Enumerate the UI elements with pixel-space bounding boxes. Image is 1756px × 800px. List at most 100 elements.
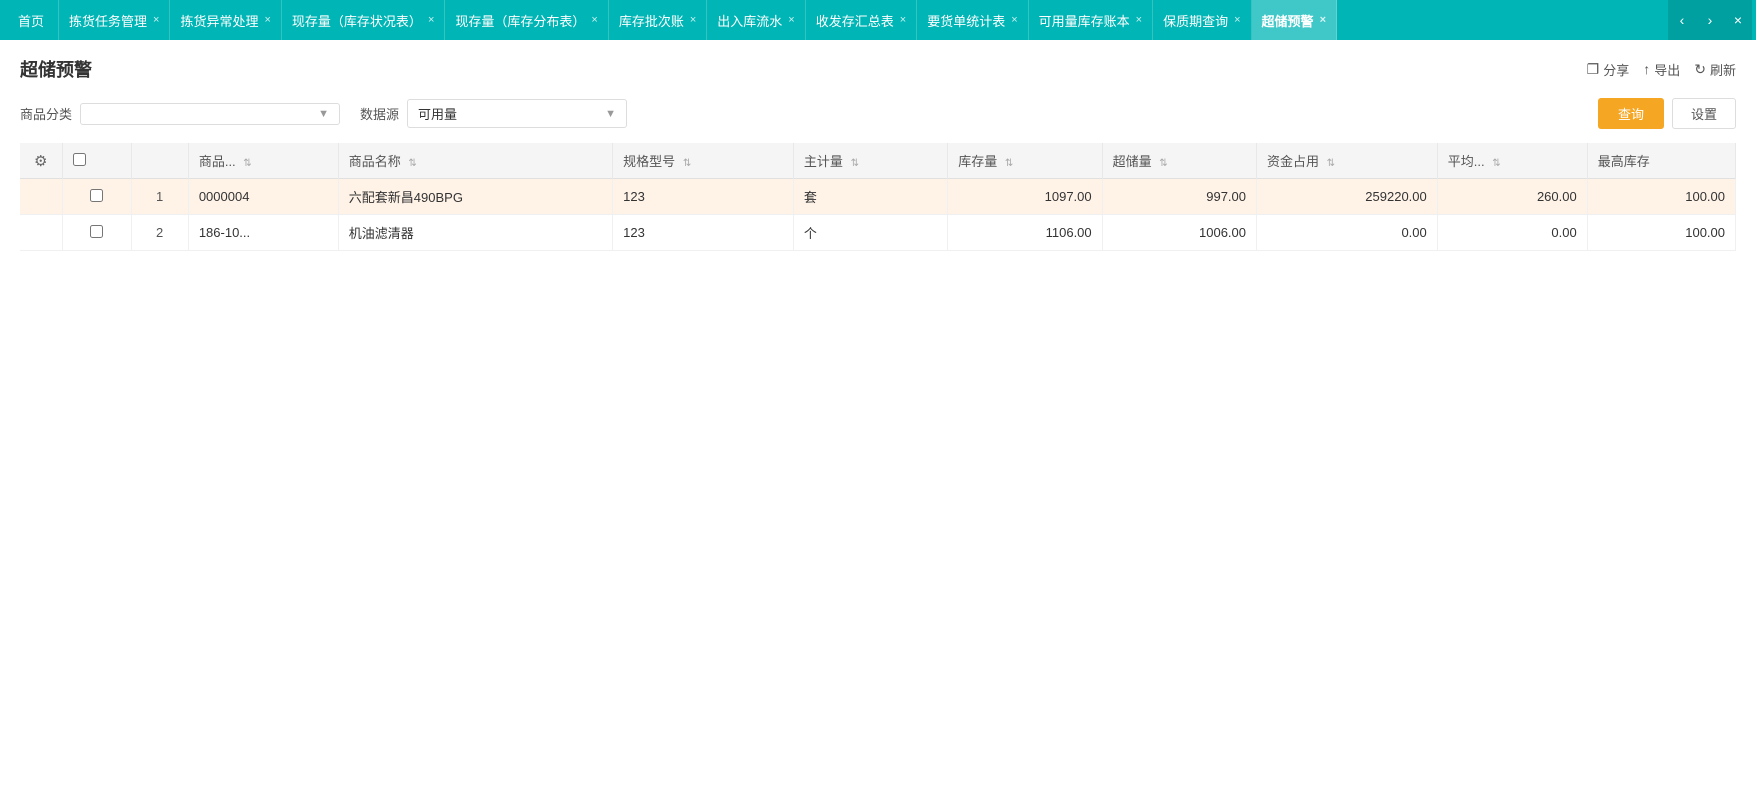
product-category-chevron-icon: ▼ [318,108,329,120]
data-source-value: 可用量 [418,104,457,123]
export-button[interactable]: ↑ 导出 [1643,60,1680,79]
nav-tab-6-label: 收发存汇总表 [816,11,894,30]
query-button[interactable]: 查询 [1598,98,1664,129]
nav-tab-9-close[interactable]: × [1234,14,1240,26]
nav-tab-6[interactable]: 收发存汇总表 × [806,0,917,40]
nav-tab-5-label: 出入库流水 [717,11,782,30]
row-max-stock: 100.00 [1587,179,1735,215]
nav-tab-3[interactable]: 现存量（库存分布表） × [445,0,608,40]
share-button[interactable]: ❐ 分享 [1587,60,1630,79]
product-code-sort-icon[interactable]: ⇅ [243,158,251,169]
nav-tab-8[interactable]: 可用量库存账本 × [1029,0,1153,40]
nav-home-label: 首页 [18,11,44,30]
row-spec: 123 [613,215,794,251]
avg-sort-icon[interactable]: ⇅ [1492,158,1500,169]
nav-tab-1[interactable]: 拣货异常处理 × [170,0,281,40]
row-product-code: 186-10... [188,215,338,251]
table-row: 1 0000004 六配套新昌490BPG 123 套 1097.00 997.… [20,179,1736,215]
gear-icon[interactable]: ⚙ [34,153,47,170]
row-product-name: 六配套新昌490BPG [338,179,612,215]
row-unit: 套 [793,179,947,215]
nav-tab-4-close[interactable]: × [690,14,696,26]
nav-tab-0[interactable]: 拣货任务管理 × [59,0,170,40]
refresh-button[interactable]: ↻ 刷新 [1694,60,1736,79]
row-num: 1 [131,179,188,215]
nav-tab-4-label: 库存批次账 [619,11,684,30]
product-name-sort-icon[interactable]: ⇅ [408,158,416,169]
nav-next-button[interactable]: › [1696,0,1724,40]
product-category-filter: 商品分类 ▼ [20,103,340,125]
nav-tab-0-close[interactable]: × [153,14,159,26]
table-row: 2 186-10... 机油滤清器 123 个 1106.00 1006.00 … [20,215,1736,251]
col-checkbox [62,143,131,179]
nav-tab-9[interactable]: 保质期查询 × [1153,0,1251,40]
capital-sort-icon[interactable]: ⇅ [1327,158,1335,169]
product-category-label: 商品分类 [20,104,72,123]
refresh-label: 刷新 [1710,60,1736,79]
product-category-select[interactable]: ▼ [80,103,340,125]
row-overstock: 997.00 [1102,179,1256,215]
nav-tab-10-label: 超储预警 [1262,11,1314,30]
col-capital: 资金占用 ⇅ [1257,143,1438,179]
row-overstock: 1006.00 [1102,215,1256,251]
nav-tab-0-label: 拣货任务管理 [69,11,147,30]
row-avg: 0.00 [1437,215,1587,251]
nav-tab-2-close[interactable]: × [428,14,434,26]
row-gear-cell [20,215,62,251]
nav-close-button[interactable]: × [1724,0,1752,40]
nav-tab-9-label: 保质期查询 [1163,11,1228,30]
row-num: 2 [131,215,188,251]
data-table: ⚙ 商品... ⇅ 商品名称 ⇅ 规格型号 ⇅ [20,143,1736,251]
nav-tab-10-close[interactable]: × [1320,14,1326,26]
row-checkbox-cell [62,179,131,215]
stock-sort-icon[interactable]: ⇅ [1005,158,1013,169]
page-title: 超储预警 [20,56,92,82]
row-checkbox-0[interactable] [90,189,103,202]
settings-button[interactable]: 设置 [1672,98,1736,129]
table-header-row: ⚙ 商品... ⇅ 商品名称 ⇅ 规格型号 ⇅ [20,143,1736,179]
overstock-sort-icon[interactable]: ⇅ [1159,158,1167,169]
row-product-name: 机油滤清器 [338,215,612,251]
nav-tab-6-close[interactable]: × [900,14,906,26]
select-all-checkbox[interactable] [73,153,86,166]
unit-sort-icon[interactable]: ⇅ [851,158,859,169]
filter-actions: 查询 设置 [1598,98,1736,129]
nav-home[interactable]: 首页 [4,0,59,40]
nav-tab-5[interactable]: 出入库流水 × [707,0,805,40]
spec-sort-icon[interactable]: ⇅ [683,158,691,169]
row-spec: 123 [613,179,794,215]
export-icon: ↑ [1643,61,1650,77]
row-checkbox-1[interactable] [90,225,103,238]
col-avg: 平均... ⇅ [1437,143,1587,179]
nav-tab-3-close[interactable]: × [591,14,597,26]
row-gear-cell [20,179,62,215]
row-avg: 260.00 [1437,179,1587,215]
col-spec: 规格型号 ⇅ [613,143,794,179]
col-overstock: 超储量 ⇅ [1102,143,1256,179]
data-source-label: 数据源 [360,104,399,123]
nav-tab-4[interactable]: 库存批次账 × [609,0,707,40]
nav-tab-8-label: 可用量库存账本 [1039,11,1130,30]
nav-tab-2[interactable]: 现存量（库存状况表） × [282,0,445,40]
nav-tab-8-close[interactable]: × [1136,14,1142,26]
row-max-stock: 100.00 [1587,215,1735,251]
nav-tab-5-close[interactable]: × [788,14,794,26]
share-icon: ❐ [1587,61,1600,78]
refresh-icon: ↻ [1694,61,1706,78]
nav-prev-button[interactable]: ‹ [1668,0,1696,40]
nav-tab-2-label: 现存量（库存状况表） [292,11,422,30]
col-product-code: 商品... ⇅ [188,143,338,179]
nav-tab-1-close[interactable]: × [264,14,270,26]
row-unit: 个 [793,215,947,251]
nav-bar: 首页 拣货任务管理 × 拣货异常处理 × 现存量（库存状况表） × 现存量（库存… [0,0,1756,40]
nav-tab-7[interactable]: 要货单统计表 × [917,0,1028,40]
page-content: 超储预警 ❐ 分享 ↑ 导出 ↻ 刷新 商品分类 ▼ 数据源 [0,40,1756,800]
row-product-code: 0000004 [188,179,338,215]
nav-tab-7-close[interactable]: × [1011,14,1017,26]
col-unit: 主计量 ⇅ [793,143,947,179]
nav-arrows: ‹ › × [1668,0,1752,40]
nav-tab-10[interactable]: 超储预警 × [1252,0,1337,40]
col-max-stock: 最高库存 [1587,143,1735,179]
data-source-select[interactable]: 可用量 ▼ [407,99,627,128]
data-source-chevron-icon: ▼ [605,108,616,120]
